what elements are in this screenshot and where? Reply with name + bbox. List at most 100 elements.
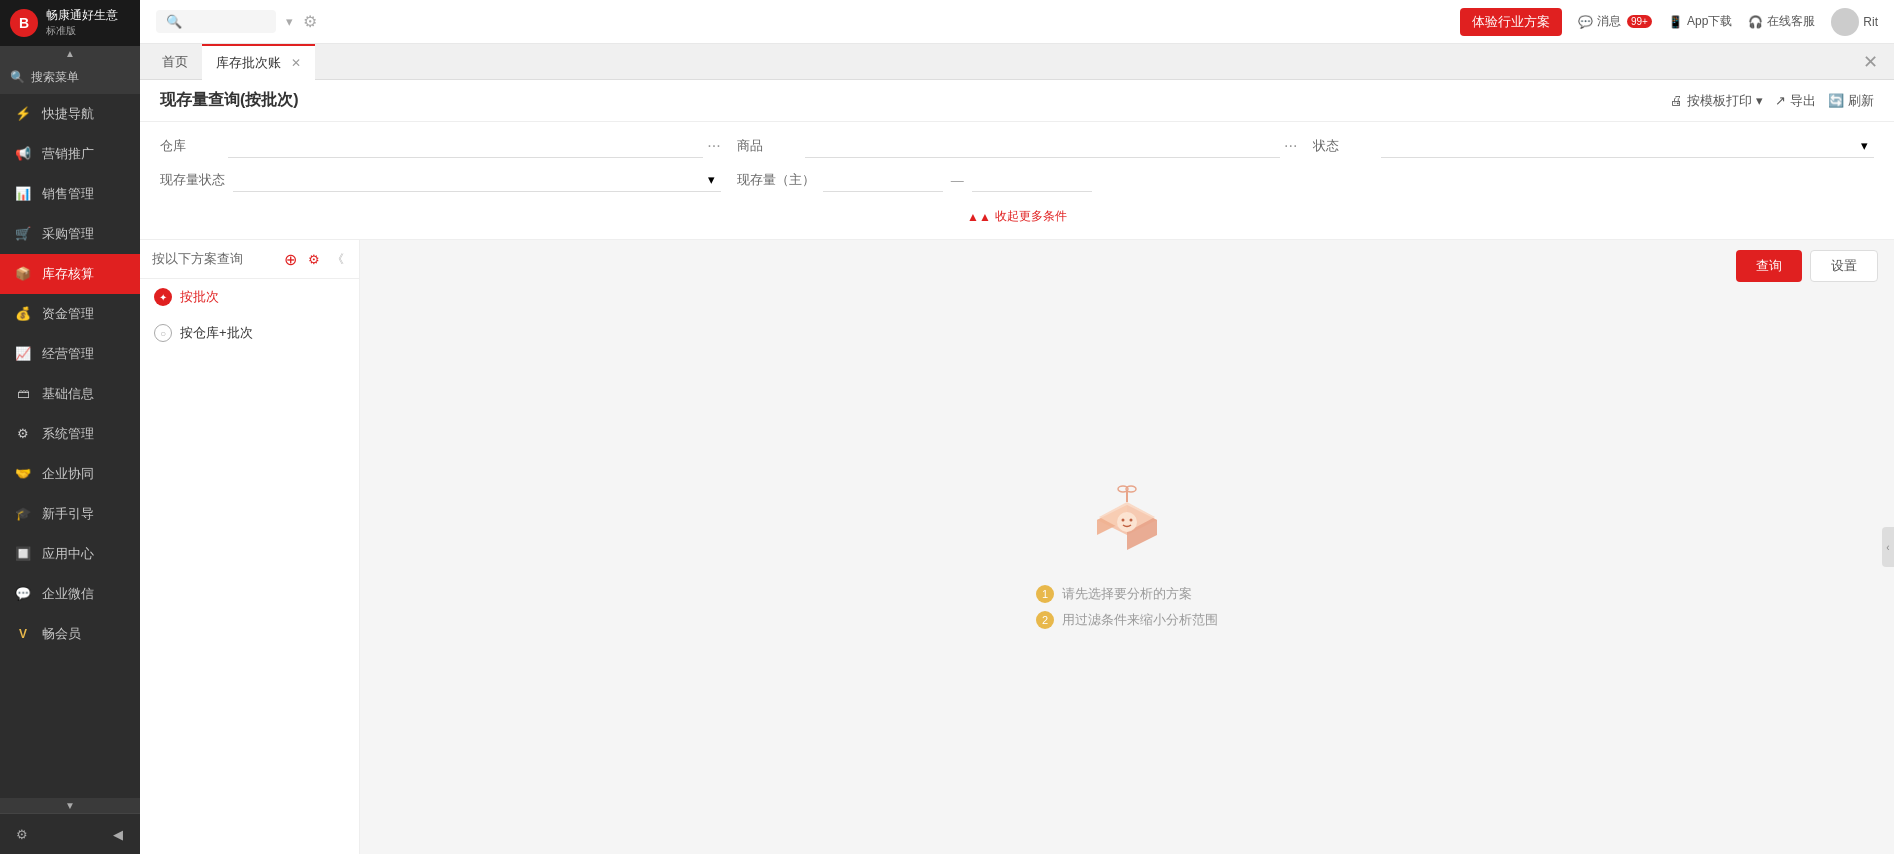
product-field: 商品 ··· — [737, 134, 1298, 158]
sidebar-header: B 畅康通好生意 标准版 — [0, 0, 140, 46]
stock-status-field: 现存量状态 ▾ — [160, 168, 721, 192]
product-input[interactable] — [805, 134, 1280, 158]
username: Rit — [1863, 15, 1878, 29]
stock-status-select[interactable]: ▾ — [233, 168, 721, 192]
settings-button[interactable]: 设置 — [1810, 250, 1878, 282]
status-field: 状态 ▾ — [1313, 134, 1874, 158]
wechat-icon: 💬 — [14, 585, 32, 603]
tab-home[interactable]: 首页 — [148, 44, 202, 80]
topbar-settings-icon[interactable]: ⚙ — [303, 12, 317, 31]
headset-icon: 🎧 — [1748, 15, 1763, 29]
warehouse-dots-btn[interactable]: ··· — [707, 137, 720, 155]
tip-text-2: 用过滤条件来缩小分析范围 — [1062, 611, 1218, 629]
stock-qty-to[interactable] — [972, 168, 1092, 192]
left-panel: 按以下方案查询 ⊕ ⚙ 《 ✦ 按批次 ○ 按仓库+批次 — [140, 240, 360, 854]
sidebar-item-shortcut[interactable]: ⚡ 快捷导航 — [0, 94, 140, 134]
purchase-icon: 🛒 — [14, 225, 32, 243]
online-service-label: 在线客服 — [1767, 13, 1815, 30]
print-icon: 🖨 — [1670, 93, 1683, 108]
export-btn[interactable]: ↗ 导出 — [1775, 92, 1816, 110]
sidebar-item-label: 企业协同 — [42, 465, 94, 483]
sidebar-item-label: 基础信息 — [42, 385, 94, 403]
sidebar-scroll-up[interactable]: ▲ — [0, 46, 140, 61]
sidebar-item-purchase[interactable]: 🛒 采购管理 — [0, 214, 140, 254]
topbar-search[interactable]: 🔍 — [156, 10, 276, 33]
online-service-group[interactable]: 🎧 在线客服 — [1748, 13, 1815, 30]
right-panel-toggle[interactable]: ‹ — [1882, 527, 1894, 567]
scheme-item-label: 按批次 — [180, 288, 219, 306]
sidebar-item-basics[interactable]: 🗃 基础信息 — [0, 374, 140, 414]
sidebar-nav: ⚡ 快捷导航 📢 营销推广 📊 销售管理 🛒 采购管理 📦 库存核算 💰 资金管… — [0, 94, 140, 798]
tip-num-1: 1 — [1036, 585, 1054, 603]
app-download-group[interactable]: 📱 App下载 — [1668, 13, 1732, 30]
newbie-icon: 🎓 — [14, 505, 32, 523]
print-btn[interactable]: 🖨 按模板打印 ▾ — [1670, 92, 1763, 110]
topbar-right: 体验行业方案 💬 消息 99+ 📱 App下载 🎧 在线客服 Rit — [1460, 8, 1878, 36]
refresh-label: 刷新 — [1848, 92, 1874, 110]
stock-qty-from[interactable] — [823, 168, 943, 192]
sidebar-item-wechat[interactable]: 💬 企业微信 — [0, 574, 140, 614]
sidebar-item-newbie[interactable]: 🎓 新手引导 — [0, 494, 140, 534]
collapse-conditions-btn[interactable]: ▲▲ 收起更多条件 — [160, 202, 1874, 227]
left-panel-actions: ⊕ ⚙ 《 — [281, 250, 347, 268]
operations-icon: 📈 — [14, 345, 32, 363]
sidebar-item-system[interactable]: ⚙ 系统管理 — [0, 414, 140, 454]
message-badge: 99+ — [1627, 15, 1652, 28]
refresh-btn[interactable]: 🔄 刷新 — [1828, 92, 1874, 110]
stock-qty-label: 现存量（主） — [737, 171, 815, 189]
stock-status-dropdown-icon: ▾ — [708, 172, 715, 187]
footer-settings-icon[interactable]: ⚙ — [10, 822, 34, 846]
left-panel-header: 按以下方案查询 ⊕ ⚙ 《 — [140, 240, 359, 279]
workspace: 按以下方案查询 ⊕ ⚙ 《 ✦ 按批次 ○ 按仓库+批次 — [140, 240, 1894, 854]
status-label: 状态 — [1313, 137, 1373, 155]
add-scheme-btn[interactable]: ⊕ — [281, 250, 299, 268]
sidebar-item-operations[interactable]: 📈 经营管理 — [0, 334, 140, 374]
user-group[interactable]: Rit — [1831, 8, 1878, 36]
sidebar-item-sales[interactable]: 📊 销售管理 — [0, 174, 140, 214]
message-group[interactable]: 💬 消息 99+ — [1578, 13, 1652, 30]
sales-icon: 📊 — [14, 185, 32, 203]
topbar-dropdown-icon[interactable]: ▾ — [286, 14, 293, 29]
collapse-panel-btn[interactable]: 《 — [329, 250, 347, 268]
app-edition: 标准版 — [46, 24, 118, 38]
tab-close-icon[interactable]: ✕ — [291, 56, 301, 70]
sidebar-scroll-down[interactable]: ▼ — [0, 798, 140, 813]
app-logo: B — [10, 9, 38, 37]
empty-tips: 1 请先选择要分析的方案 2 用过滤条件来缩小分析范围 — [1036, 585, 1218, 629]
message-icon: 💬 — [1578, 15, 1593, 29]
sidebar-item-vip[interactable]: V 畅会员 — [0, 614, 140, 654]
collab-icon: 🤝 — [14, 465, 32, 483]
tab-home-label: 首页 — [162, 53, 188, 71]
stock-qty-field: 现存量（主） — — [737, 168, 1298, 192]
sidebar-item-label: 快捷导航 — [42, 105, 94, 123]
status-dropdown-icon: ▾ — [1861, 138, 1868, 153]
sidebar-item-inventory[interactable]: 📦 库存核算 — [0, 254, 140, 294]
sidebar-footer: ⚙ ◀ — [0, 813, 140, 854]
sidebar-item-collab[interactable]: 🤝 企业协同 — [0, 454, 140, 494]
sidebar-item-label: 畅会员 — [42, 625, 81, 643]
inventory-icon: 📦 — [14, 265, 32, 283]
tip-num-2: 2 — [1036, 611, 1054, 629]
filter-row-2: 现存量状态 ▾ 现存量（主） — — [160, 168, 1874, 192]
message-label: 消息 — [1597, 13, 1621, 30]
print-label: 按模板打印 — [1687, 92, 1752, 110]
tab-more-btn[interactable]: ✕ — [1855, 51, 1886, 73]
scheme-icon-red: ✦ — [154, 288, 172, 306]
footer-collapse-icon[interactable]: ◀ — [106, 822, 130, 846]
sidebar-item-finance[interactable]: 💰 资金管理 — [0, 294, 140, 334]
sidebar-search[interactable]: 🔍 搜索菜单 — [0, 61, 140, 94]
product-dots-btn[interactable]: ··· — [1284, 137, 1297, 155]
warehouse-input[interactable] — [228, 134, 703, 158]
scheme-item-batch[interactable]: ✦ 按批次 — [140, 279, 359, 315]
system-icon: ⚙ — [14, 425, 32, 443]
query-button[interactable]: 查询 — [1736, 250, 1802, 282]
status-select[interactable]: ▾ — [1381, 134, 1874, 158]
settings-scheme-btn[interactable]: ⚙ — [305, 250, 323, 268]
sidebar-item-appstore[interactable]: 🔲 应用中心 — [0, 534, 140, 574]
topbar-left: 🔍 ▾ ⚙ — [156, 10, 317, 33]
tab-inventory-batch[interactable]: 库存批次账 ✕ — [202, 44, 315, 80]
experience-btn[interactable]: 体验行业方案 — [1460, 8, 1562, 36]
sidebar-item-marketing[interactable]: 📢 营销推广 — [0, 134, 140, 174]
svg-point-5 — [1122, 519, 1125, 522]
scheme-item-warehouse-batch[interactable]: ○ 按仓库+批次 — [140, 315, 359, 351]
